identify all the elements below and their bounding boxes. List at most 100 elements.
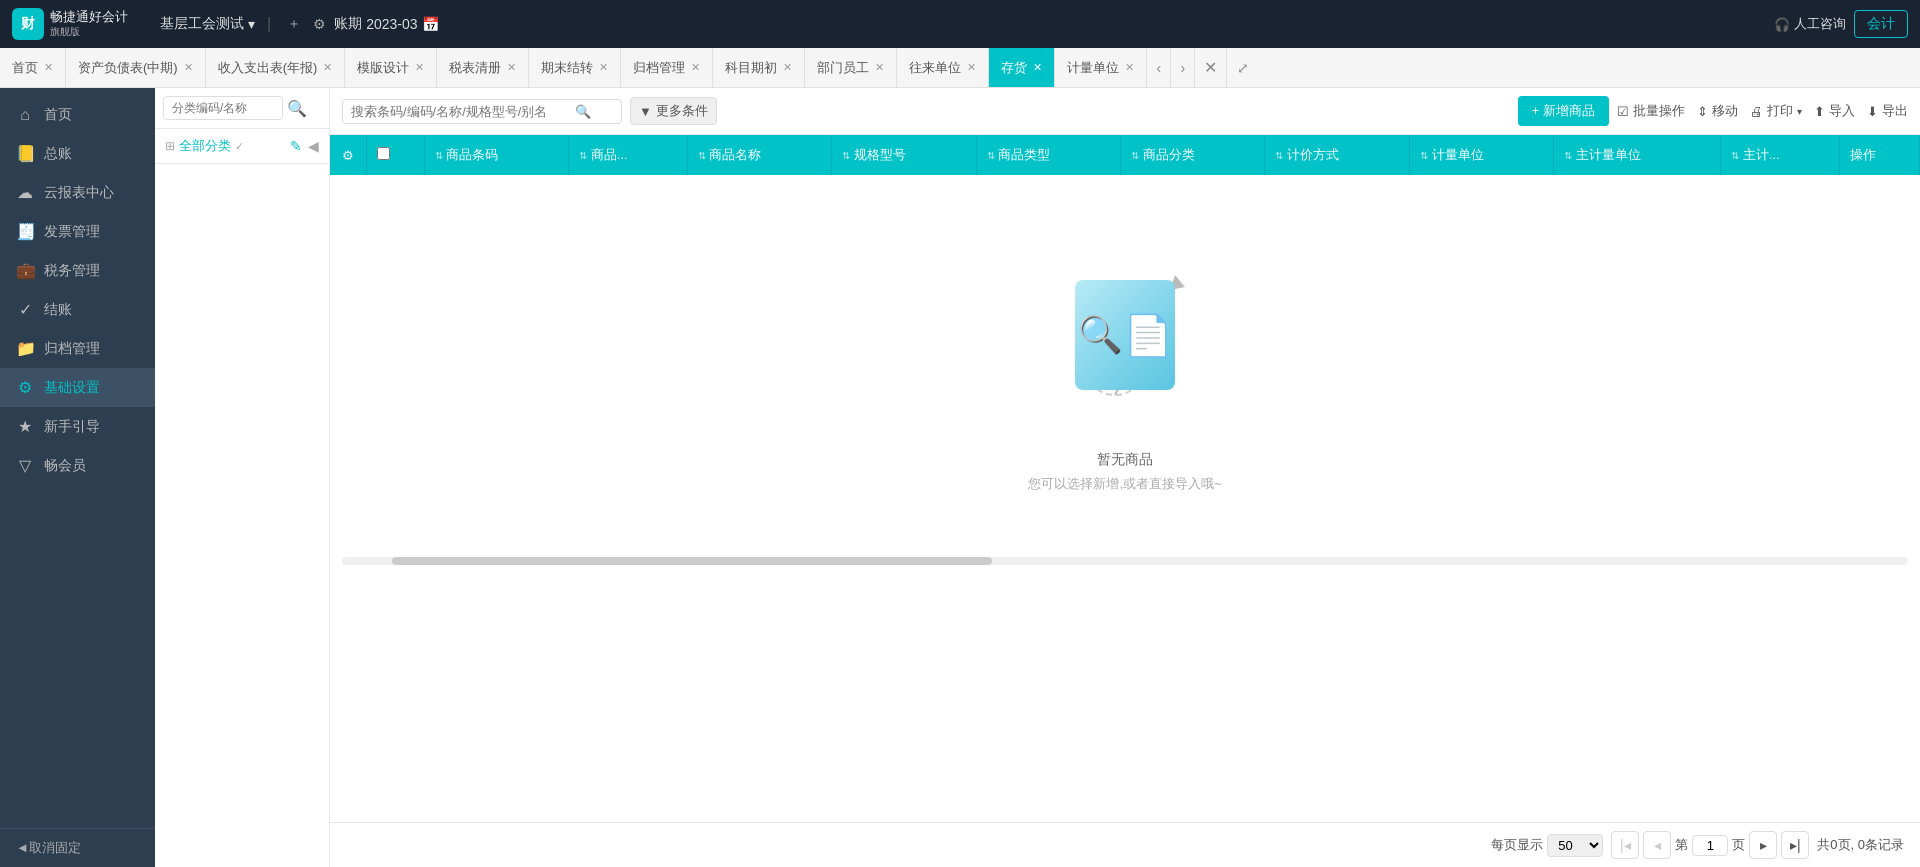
collapse-panel-icon[interactable]: ◀ xyxy=(308,138,319,154)
tab-close-all-button[interactable]: ✕ xyxy=(1195,48,1227,88)
tab-home-close[interactable]: ✕ xyxy=(44,61,53,74)
tab-dept[interactable]: 部门员工 ✕ xyxy=(805,48,897,88)
tab-template-label: 模版设计 xyxy=(357,59,409,77)
member-icon: ▽ xyxy=(16,456,34,475)
archive-icon: 📁 xyxy=(16,339,34,358)
tab-archive[interactable]: 归档管理 ✕ xyxy=(621,48,713,88)
sidebar-item-member[interactable]: ▽ 畅会员 xyxy=(0,446,155,485)
tab-template-close[interactable]: ✕ xyxy=(415,61,424,74)
th-action: 操作 xyxy=(1839,135,1919,175)
th-price-method[interactable]: ⇅ 计价方式 xyxy=(1265,135,1409,175)
tab-template[interactable]: 模版设计 ✕ xyxy=(345,48,437,88)
tab-home-label: 首页 xyxy=(12,59,38,77)
settings-icon-button[interactable]: ⚙ xyxy=(313,16,326,32)
category-search-input[interactable] xyxy=(163,96,283,120)
tab-subject[interactable]: 科目期初 ✕ xyxy=(713,48,805,88)
tax-icon: 💼 xyxy=(16,261,34,280)
tab-unit-label: 计量单位 xyxy=(1067,59,1119,77)
calendar-icon[interactable]: 📅 xyxy=(422,16,439,32)
tab-unit-close[interactable]: ✕ xyxy=(1125,61,1134,74)
account-button[interactable]: 会计 xyxy=(1854,10,1908,38)
cloud-icon: ☁ xyxy=(16,183,34,202)
toolbar: 🔍 ▼ 更多条件 + 新增商品 ☑ 批量操作 ⇕ 移 xyxy=(330,88,1920,135)
page-number-input[interactable] xyxy=(1692,835,1728,856)
tab-expand-button[interactable]: ⤢ xyxy=(1227,48,1259,88)
print-chevron: ▾ xyxy=(1797,106,1802,117)
tab-income[interactable]: 收入支出表(年报) ✕ xyxy=(206,48,346,88)
select-all-checkbox[interactable] xyxy=(377,147,390,160)
th-settings[interactable]: ⚙ xyxy=(330,135,366,175)
edit-category-icon[interactable]: ✎ xyxy=(290,138,302,154)
scrollbar-thumb[interactable] xyxy=(392,557,992,565)
per-page-label: 每页显示 xyxy=(1491,836,1543,854)
page-next-button[interactable]: ▸ xyxy=(1749,831,1777,859)
tab-transfer[interactable]: 期末结转 ✕ xyxy=(529,48,621,88)
sidebar-item-reports[interactable]: ☁ 云报表中心 xyxy=(0,173,155,212)
sidebar-item-tax[interactable]: 💼 税务管理 xyxy=(0,251,155,290)
sidebar-item-home[interactable]: ⌂ 首页 xyxy=(0,96,155,134)
filter-button[interactable]: ▼ 更多条件 xyxy=(630,97,717,125)
add-product-button[interactable]: + 新增商品 xyxy=(1518,96,1609,126)
th-barcode[interactable]: ⇅ 商品条码 xyxy=(424,135,568,175)
tab-inventory-close[interactable]: ✕ xyxy=(1033,61,1042,74)
sidebar-item-close[interactable]: ✓ 结账 xyxy=(0,290,155,329)
th-main-unit[interactable]: ⇅ 主计量单位 xyxy=(1554,135,1721,175)
header-icons: ＋ ⚙ xyxy=(287,15,326,33)
tab-contacts-close[interactable]: ✕ xyxy=(967,61,976,74)
sidebar-archive-label: 归档管理 xyxy=(44,340,100,358)
th-code[interactable]: ⇅ 商品... xyxy=(569,135,688,175)
page-last-button[interactable]: ▸| xyxy=(1781,831,1809,859)
logo-text-block: 畅捷通好会计 旗舰版 xyxy=(50,9,128,39)
th-checkbox[interactable] xyxy=(366,135,424,175)
tab-unit[interactable]: 计量单位 ✕ xyxy=(1055,48,1147,88)
tab-tax[interactable]: 税表清册 ✕ xyxy=(437,48,529,88)
th-main-unit2[interactable]: ⇅ 主计... xyxy=(1721,135,1840,175)
sort-main2-icon: ⇅ xyxy=(1731,150,1739,161)
all-category-label[interactable]: 全部分类 xyxy=(179,137,231,155)
tab-tax-close[interactable]: ✕ xyxy=(507,61,516,74)
sidebar-item-invoice[interactable]: 🧾 发票管理 xyxy=(0,212,155,251)
batch-label: 批量操作 xyxy=(1633,102,1685,120)
import-button[interactable]: ⬆ 导入 xyxy=(1814,102,1855,120)
tab-prev-button[interactable]: ‹ xyxy=(1147,48,1171,88)
tab-income-close[interactable]: ✕ xyxy=(323,61,332,74)
tab-subject-close[interactable]: ✕ xyxy=(783,61,792,74)
tab-home[interactable]: 首页 ✕ xyxy=(0,48,66,88)
th-type[interactable]: ⇅ 商品类型 xyxy=(976,135,1120,175)
product-search-input[interactable] xyxy=(351,104,571,119)
tab-next-button[interactable]: › xyxy=(1171,48,1195,88)
print-button[interactable]: 🖨 打印 ▾ xyxy=(1750,102,1802,120)
page-prev-button[interactable]: ◂ xyxy=(1643,831,1671,859)
service-button[interactable]: 🎧 人工咨询 xyxy=(1774,15,1846,33)
company-selector[interactable]: 基层工会测试 ▾ xyxy=(160,15,255,33)
per-page-select[interactable]: 50 10 20 100 xyxy=(1547,834,1603,857)
move-button[interactable]: ⇕ 移动 xyxy=(1697,102,1738,120)
page-first-button[interactable]: |◂ xyxy=(1611,831,1639,859)
add-tab-button[interactable]: ＋ xyxy=(287,15,301,33)
tab-dept-close[interactable]: ✕ xyxy=(875,61,884,74)
product-search-bar[interactable]: 🔍 xyxy=(342,99,622,124)
sidebar-item-ledger[interactable]: 📒 总账 xyxy=(0,134,155,173)
logo-area: 财 畅捷通好会计 旗舰版 xyxy=(12,8,152,40)
th-unit[interactable]: ⇅ 计量单位 xyxy=(1409,135,1553,175)
search-icon[interactable]: 🔍 xyxy=(575,104,591,119)
th-category[interactable]: ⇅ 商品分类 xyxy=(1121,135,1265,175)
unpin-button[interactable]: ◄取消固定 xyxy=(0,828,155,867)
th-name[interactable]: ⇅ 商品名称 xyxy=(687,135,831,175)
category-search-icon[interactable]: 🔍 xyxy=(287,99,307,118)
export-button[interactable]: ⬇ 导出 xyxy=(1867,102,1908,120)
tab-inventory[interactable]: 存货 ✕ xyxy=(989,48,1055,88)
tab-balance[interactable]: 资产负债表(中期) ✕ xyxy=(66,48,206,88)
tab-transfer-close[interactable]: ✕ xyxy=(599,61,608,74)
tab-archive-close[interactable]: ✕ xyxy=(691,61,700,74)
tab-inventory-label: 存货 xyxy=(1001,59,1027,77)
tab-contacts[interactable]: 往来单位 ✕ xyxy=(897,48,989,88)
category-header: ⊞ 全部分类 ✓ ✎ ◀ xyxy=(155,129,329,164)
tab-balance-close[interactable]: ✕ xyxy=(184,61,193,74)
th-spec[interactable]: ⇅ 规格型号 xyxy=(832,135,976,175)
batch-button[interactable]: ☑ 批量操作 xyxy=(1617,102,1685,120)
sidebar-item-guide[interactable]: ★ 新手引导 xyxy=(0,407,155,446)
sidebar-item-settings[interactable]: ⚙ 基础设置 xyxy=(0,368,155,407)
sidebar-item-archive[interactable]: 📁 归档管理 xyxy=(0,329,155,368)
sidebar-tax-label: 税务管理 xyxy=(44,262,100,280)
